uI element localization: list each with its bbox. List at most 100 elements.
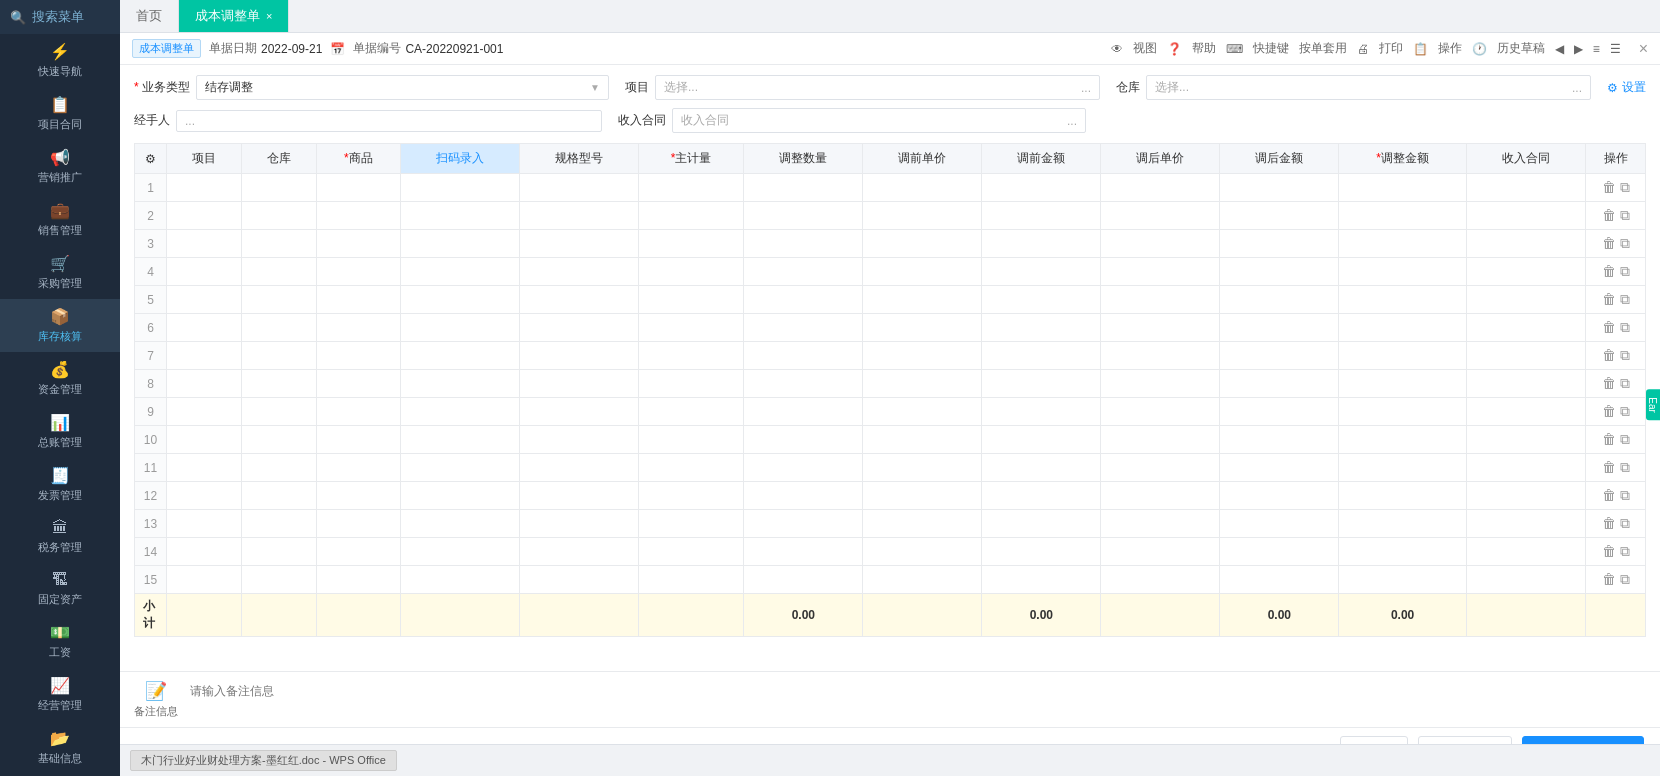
cell-5-project[interactable]: [167, 286, 242, 314]
cell-7-post_amount[interactable]: [1220, 342, 1339, 370]
cell-12-project[interactable]: [167, 482, 242, 510]
cell-3-post_amount[interactable]: [1220, 230, 1339, 258]
cell-14-warehouse[interactable]: [242, 538, 317, 566]
sidebar-item-fixed-assets[interactable]: 🏗固定资产: [0, 563, 120, 615]
delete-btn-12[interactable]: 🗑: [1602, 487, 1616, 504]
cell-10-post_unit_price[interactable]: [1101, 426, 1220, 454]
cell-13-adj_amount[interactable]: [1339, 510, 1467, 538]
cell-2-project[interactable]: [167, 202, 242, 230]
row-action-1[interactable]: 🗑⧉: [1586, 174, 1646, 202]
cell-14-income_contract[interactable]: [1466, 538, 1585, 566]
cell-9-product[interactable]: [317, 398, 401, 426]
cell-4-project[interactable]: [167, 258, 242, 286]
copy-btn-11[interactable]: ⧉: [1620, 459, 1630, 476]
right-edge-indicator[interactable]: Ear: [1646, 389, 1660, 421]
copy-btn-15[interactable]: ⧉: [1620, 571, 1630, 588]
copy-btn-7[interactable]: ⧉: [1620, 347, 1630, 364]
calendar-icon[interactable]: 📅: [330, 42, 345, 56]
row-action-3[interactable]: 🗑⧉: [1586, 230, 1646, 258]
cell-3-spec[interactable]: [519, 230, 638, 258]
sidebar-item-fund-mgmt[interactable]: 💰资金管理: [0, 352, 120, 405]
cell-6-project[interactable]: [167, 314, 242, 342]
cell-8-spec[interactable]: [519, 370, 638, 398]
cell-14-pre_amount[interactable]: [982, 538, 1101, 566]
copy-btn-5[interactable]: ⧉: [1620, 291, 1630, 308]
extra-icon[interactable]: ☰: [1610, 42, 1621, 56]
cell-4-income_contract[interactable]: [1466, 258, 1585, 286]
delete-btn-10[interactable]: 🗑: [1602, 431, 1616, 448]
cell-6-spec[interactable]: [519, 314, 638, 342]
sidebar-item-payroll[interactable]: 💵工资: [0, 615, 120, 668]
warehouse-input[interactable]: 选择... ...: [1146, 75, 1591, 100]
row-action-6[interactable]: 🗑⧉: [1586, 314, 1646, 342]
cell-1-post_amount[interactable]: [1220, 174, 1339, 202]
cell-10-project[interactable]: [167, 426, 242, 454]
cell-3-adj_amount[interactable]: [1339, 230, 1467, 258]
copy-btn-12[interactable]: ⧉: [1620, 487, 1630, 504]
cell-7-spec[interactable]: [519, 342, 638, 370]
cell-15-unit[interactable]: [638, 566, 744, 594]
sidebar-item-sales-promo[interactable]: 📢营销推广: [0, 140, 120, 193]
cell-10-spec[interactable]: [519, 426, 638, 454]
cell-1-product[interactable]: [317, 174, 401, 202]
tab-home[interactable]: 首页: [120, 0, 179, 32]
cell-7-adj_qty[interactable]: [744, 342, 863, 370]
handler-input[interactable]: ...: [176, 110, 602, 132]
cell-9-pre_unit_price[interactable]: [863, 398, 982, 426]
cell-9-warehouse[interactable]: [242, 398, 317, 426]
row-action-10[interactable]: 🗑⧉: [1586, 426, 1646, 454]
row-action-4[interactable]: 🗑⧉: [1586, 258, 1646, 286]
row-action-5[interactable]: 🗑⧉: [1586, 286, 1646, 314]
cell-6-pre_unit_price[interactable]: [863, 314, 982, 342]
cell-8-adj_qty[interactable]: [744, 370, 863, 398]
cell-15-spec[interactable]: [519, 566, 638, 594]
shortcut-action-link[interactable]: 快捷键: [1253, 40, 1289, 57]
cell-7-post_unit_price[interactable]: [1101, 342, 1220, 370]
cell-2-adj_qty[interactable]: [744, 202, 863, 230]
cell-3-scan[interactable]: [400, 230, 519, 258]
tab-cost-adjust[interactable]: 成本调整单 ×: [179, 0, 289, 32]
cell-10-pre_amount[interactable]: [982, 426, 1101, 454]
cell-10-scan[interactable]: [400, 426, 519, 454]
cell-3-adj_qty[interactable]: [744, 230, 863, 258]
cell-11-post_unit_price[interactable]: [1101, 454, 1220, 482]
cell-4-scan[interactable]: [400, 258, 519, 286]
cell-4-adj_qty[interactable]: [744, 258, 863, 286]
cell-13-pre_unit_price[interactable]: [863, 510, 982, 538]
row-action-12[interactable]: 🗑⧉: [1586, 482, 1646, 510]
cell-5-income_contract[interactable]: [1466, 286, 1585, 314]
cell-1-project[interactable]: [167, 174, 242, 202]
cell-5-spec[interactable]: [519, 286, 638, 314]
remarks-icon-btn[interactable]: 📝 备注信息: [134, 680, 178, 719]
cell-15-post_unit_price[interactable]: [1101, 566, 1220, 594]
cell-9-post_unit_price[interactable]: [1101, 398, 1220, 426]
cell-10-unit[interactable]: [638, 426, 744, 454]
cell-9-unit[interactable]: [638, 398, 744, 426]
cell-8-post_amount[interactable]: [1220, 370, 1339, 398]
cell-6-product[interactable]: [317, 314, 401, 342]
cell-5-product[interactable]: [317, 286, 401, 314]
cell-6-adj_qty[interactable]: [744, 314, 863, 342]
cell-2-income_contract[interactable]: [1466, 202, 1585, 230]
cell-12-adj_qty[interactable]: [744, 482, 863, 510]
copy-btn-2[interactable]: ⧉: [1620, 207, 1630, 224]
delete-btn-8[interactable]: 🗑: [1602, 375, 1616, 392]
cell-3-pre_amount[interactable]: [982, 230, 1101, 258]
cell-8-unit[interactable]: [638, 370, 744, 398]
cell-11-warehouse[interactable]: [242, 454, 317, 482]
cell-13-post_unit_price[interactable]: [1101, 510, 1220, 538]
cell-7-pre_amount[interactable]: [982, 342, 1101, 370]
cell-3-income_contract[interactable]: [1466, 230, 1585, 258]
cell-13-post_amount[interactable]: [1220, 510, 1339, 538]
cell-6-warehouse[interactable]: [242, 314, 317, 342]
cell-10-adj_qty[interactable]: [744, 426, 863, 454]
nav-prev-btn[interactable]: ◀: [1555, 42, 1564, 56]
cell-2-scan[interactable]: [400, 202, 519, 230]
remarks-input[interactable]: [186, 680, 1646, 702]
sidebar-search[interactable]: 🔍 搜索菜单: [0, 0, 120, 34]
cell-2-pre_unit_price[interactable]: [863, 202, 982, 230]
cell-7-income_contract[interactable]: [1466, 342, 1585, 370]
copy-btn-3[interactable]: ⧉: [1620, 235, 1630, 252]
copy-btn-4[interactable]: ⧉: [1620, 263, 1630, 280]
cell-6-post_amount[interactable]: [1220, 314, 1339, 342]
